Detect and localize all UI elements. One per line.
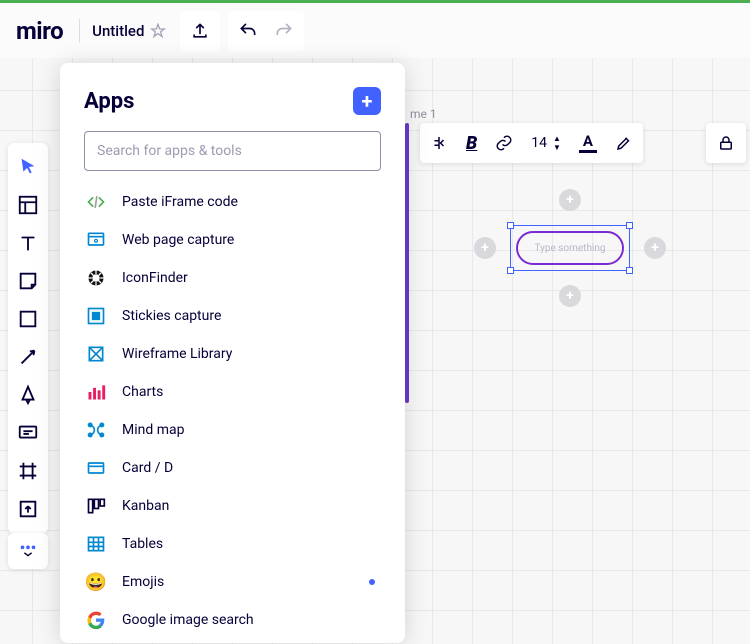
font-size-value: 14 bbox=[531, 135, 547, 151]
kanban-icon bbox=[84, 494, 108, 518]
add-node-right[interactable]: + bbox=[644, 237, 666, 259]
text-color-button[interactable]: A bbox=[579, 134, 597, 153]
google-icon bbox=[84, 608, 108, 632]
update-dot-icon bbox=[369, 579, 375, 585]
app-item-iconfinder[interactable]: IconFinder bbox=[84, 259, 381, 297]
undo-button[interactable] bbox=[230, 13, 266, 49]
emojis-icon: 😀 bbox=[84, 570, 108, 594]
board-title: Untitled bbox=[92, 22, 144, 40]
app-item-mindmap[interactable]: Mind map bbox=[84, 411, 381, 449]
pen-tool[interactable] bbox=[10, 377, 46, 413]
iconfinder-icon bbox=[84, 266, 108, 290]
app-item-emojis[interactable]: 😀 Emojis bbox=[84, 563, 381, 601]
shape-tool[interactable] bbox=[10, 301, 46, 337]
app-label: Web page capture bbox=[122, 232, 234, 248]
top-bar: miro Untitled bbox=[0, 3, 750, 58]
app-item-webcapture[interactable]: Web page capture bbox=[84, 221, 381, 259]
export-button[interactable] bbox=[180, 11, 220, 51]
app-item-stickies[interactable]: Stickies capture bbox=[84, 297, 381, 335]
frame-label[interactable]: me 1 bbox=[410, 107, 437, 121]
add-app-button[interactable]: + bbox=[353, 87, 381, 115]
app-item-wireframe[interactable]: Wireframe Library bbox=[84, 335, 381, 373]
mindmap-icon bbox=[84, 418, 108, 442]
add-node-bottom[interactable]: + bbox=[559, 285, 581, 307]
star-icon[interactable] bbox=[150, 23, 166, 39]
app-label: Tables bbox=[122, 536, 163, 552]
app-label: Charts bbox=[122, 384, 163, 400]
resize-handle-bl[interactable] bbox=[507, 267, 514, 274]
app-label: Paste iFrame code bbox=[122, 194, 238, 210]
app-label: Emojis bbox=[122, 574, 164, 590]
iframe-icon bbox=[84, 190, 108, 214]
lock-button[interactable] bbox=[706, 123, 746, 163]
more-apps-button[interactable] bbox=[8, 533, 48, 569]
font-size-stepper[interactable]: ▲▼ bbox=[553, 135, 561, 152]
add-node-top[interactable]: + bbox=[559, 189, 581, 211]
app-label: IconFinder bbox=[122, 270, 188, 286]
app-item-google[interactable]: Google image search bbox=[84, 601, 381, 639]
app-item-card[interactable]: Card / D bbox=[84, 449, 381, 487]
app-item-tables[interactable]: Tables bbox=[84, 525, 381, 563]
wireframe-icon bbox=[84, 342, 108, 366]
align-button[interactable] bbox=[430, 131, 448, 155]
bold-button[interactable]: B bbox=[466, 131, 477, 155]
miro-logo: miro bbox=[10, 17, 75, 45]
apps-title: Apps bbox=[84, 89, 134, 114]
app-item-kanban[interactable]: Kanban bbox=[84, 487, 381, 525]
app-label: Card / D bbox=[122, 460, 173, 476]
resize-handle-br[interactable] bbox=[626, 267, 633, 274]
charts-icon bbox=[84, 380, 108, 404]
context-toolbar: B 14 ▲▼ A bbox=[420, 123, 643, 163]
mindmap-node[interactable]: Type something bbox=[516, 231, 624, 265]
app-label: Kanban bbox=[122, 498, 169, 514]
webcapture-icon bbox=[84, 228, 108, 252]
font-size-control[interactable]: 14 ▲▼ bbox=[531, 135, 561, 152]
card-icon bbox=[84, 456, 108, 480]
tables-icon bbox=[84, 532, 108, 556]
apps-search-input[interactable] bbox=[84, 131, 381, 171]
divider bbox=[79, 19, 80, 43]
apps-list: Paste iFrame code Web page capture IconFin… bbox=[84, 183, 381, 639]
board-title-group[interactable]: Untitled bbox=[84, 18, 174, 44]
resize-handle-tr[interactable] bbox=[626, 222, 633, 229]
selected-node[interactable]: Type something + + + + bbox=[510, 225, 630, 271]
link-button[interactable] bbox=[495, 131, 513, 155]
add-node-left[interactable]: + bbox=[474, 237, 496, 259]
app-item-iframe[interactable]: Paste iFrame code bbox=[84, 183, 381, 221]
text-tool[interactable] bbox=[10, 225, 46, 261]
line-tool[interactable] bbox=[10, 339, 46, 375]
app-label: Stickies capture bbox=[122, 308, 221, 324]
app-label: Wireframe Library bbox=[122, 346, 232, 362]
upload-tool[interactable] bbox=[10, 491, 46, 527]
stickies-icon bbox=[84, 304, 108, 328]
comment-tool[interactable] bbox=[10, 415, 46, 451]
frame-tool[interactable] bbox=[10, 453, 46, 489]
app-label: Google image search bbox=[122, 612, 254, 628]
highlight-button[interactable] bbox=[615, 131, 633, 155]
app-label: Mind map bbox=[122, 422, 184, 438]
apps-panel: Apps + Paste iFrame code Web page capture… bbox=[60, 63, 405, 643]
undo-redo-group bbox=[228, 11, 304, 51]
sticky-tool[interactable] bbox=[10, 263, 46, 299]
frame-edge bbox=[405, 123, 409, 403]
templates-tool[interactable] bbox=[10, 187, 46, 223]
left-toolbar bbox=[8, 143, 48, 533]
app-item-charts[interactable]: Charts bbox=[84, 373, 381, 411]
select-tool[interactable] bbox=[10, 149, 46, 185]
resize-handle-tl[interactable] bbox=[507, 222, 514, 229]
redo-button bbox=[266, 13, 302, 49]
